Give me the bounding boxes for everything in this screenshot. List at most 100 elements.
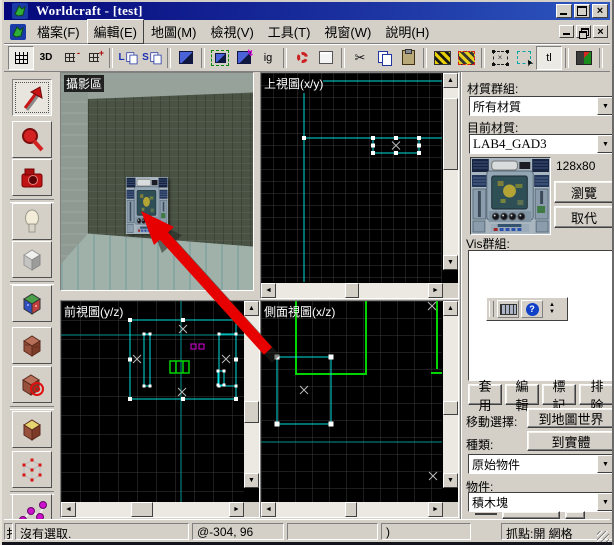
save-window-state-button[interactable]: S xyxy=(140,46,164,69)
cordon-edit-button[interactable] xyxy=(454,46,478,69)
chevron-down-icon[interactable]: ▼ xyxy=(597,135,612,153)
top-horizontal-scrollbar[interactable]: ◄ ► xyxy=(261,283,443,298)
grid-3d-button[interactable]: 3D xyxy=(34,46,58,69)
visgroup-mark-button[interactable]: 標記 xyxy=(542,379,576,413)
close-button[interactable]: × xyxy=(592,4,608,18)
hide-selected-button[interactable] xyxy=(290,46,314,69)
menu-item-tools[interactable]: 工具(T) xyxy=(261,19,318,44)
chevron-down-icon[interactable]: ▼ xyxy=(597,97,612,115)
visgroups-list[interactable]: ? ▲ ▼ xyxy=(468,250,612,381)
vertex-tool[interactable] xyxy=(12,451,52,488)
size-spinner[interactable]: ▲ ▼ xyxy=(549,302,555,315)
scroll-down-button[interactable]: ▼ xyxy=(244,473,259,488)
paste-button[interactable] xyxy=(396,46,420,69)
selection-bounds-button[interactable]: × xyxy=(488,46,512,69)
texture-group-combo[interactable]: 所有材質 ▼ xyxy=(469,96,612,116)
scroll-right-button[interactable]: ► xyxy=(229,502,244,517)
chevron-down-icon[interactable]: ▼ xyxy=(597,493,612,511)
scroll-up-button[interactable]: ▲ xyxy=(443,301,458,316)
load-window-state-button[interactable]: L xyxy=(116,46,140,69)
spinner-up-icon[interactable]: ▲ xyxy=(549,302,555,308)
menu-item-file[interactable]: 檔案(F) xyxy=(30,19,87,44)
category-combo[interactable]: 原始物件 ▼ xyxy=(468,454,612,474)
apply-texture-tool[interactable] xyxy=(12,327,52,364)
chevron-down-icon[interactable]: ▼ xyxy=(597,455,612,473)
cordon-button[interactable] xyxy=(430,46,454,69)
path-tool[interactable] xyxy=(12,494,52,519)
scroll-left-button[interactable]: ◄ xyxy=(261,283,276,298)
grid-smaller-button[interactable]: - xyxy=(58,46,82,69)
help-button[interactable]: ? xyxy=(521,300,543,318)
front-vertical-scrollbar[interactable]: ▲ ▼ xyxy=(244,301,259,488)
browse-button[interactable]: 瀏覽 xyxy=(554,181,612,203)
texture-application-tool[interactable] xyxy=(12,285,52,322)
minimize-button[interactable] xyxy=(556,4,572,18)
block-tool[interactable] xyxy=(12,241,52,278)
scroll-down-button[interactable]: ▼ xyxy=(443,255,458,270)
cut-button[interactable]: ✂ xyxy=(348,46,372,69)
mdi-restore-button[interactable] xyxy=(576,25,591,39)
side-viewport-canvas[interactable] xyxy=(261,301,442,502)
visgroup-apply-button[interactable]: 套用 xyxy=(468,379,502,413)
scroll-left-button[interactable]: ◄ xyxy=(61,502,76,517)
grid-toggle-button[interactable] xyxy=(8,45,34,70)
menu-item-view[interactable]: 檢視(V) xyxy=(203,19,260,44)
scroll-down-button[interactable]: ▼ xyxy=(443,473,458,488)
texture-lock-button[interactable]: tl xyxy=(536,45,562,70)
menu-item-edit[interactable]: 編輯(E) xyxy=(86,19,144,44)
copy-button[interactable] xyxy=(372,46,396,69)
object-combo[interactable]: 積木塊 ▼ xyxy=(468,492,612,512)
scroll-thumb[interactable] xyxy=(131,502,153,517)
side-horizontal-scrollbar[interactable]: ◄ ► xyxy=(261,502,443,517)
face-flip-button[interactable] xyxy=(572,46,596,69)
clipping-tool[interactable] xyxy=(12,411,52,448)
scroll-up-button[interactable]: ▲ xyxy=(443,73,458,88)
floating-mini-toolbar[interactable]: ? ▲ ▼ xyxy=(486,297,568,321)
scroll-right-button[interactable]: ► xyxy=(428,283,443,298)
current-texture-combo[interactable]: LAB4_GAD3 ▼ xyxy=(469,134,612,154)
visgroup-exclude-button[interactable]: 排除 xyxy=(579,379,612,413)
replace-button[interactable]: 取代 xyxy=(554,206,612,228)
scroll-thumb[interactable] xyxy=(345,502,357,517)
mdi-close-button[interactable]: × xyxy=(593,25,608,38)
ungroup-button[interactable]: ↯ xyxy=(232,46,256,69)
top-viewport-canvas[interactable] xyxy=(261,73,442,282)
magnify-tool[interactable] xyxy=(12,121,52,158)
grid-larger-button[interactable]: + xyxy=(82,46,106,69)
selection-tool[interactable] xyxy=(12,79,52,116)
scroll-left-button[interactable]: ◄ xyxy=(261,502,276,517)
keyboard-button[interactable] xyxy=(497,300,519,318)
menu-item-help[interactable]: 說明(H) xyxy=(378,19,436,44)
camera-tool[interactable] xyxy=(12,159,52,196)
to-world-button[interactable]: 到地圖世界 xyxy=(527,408,612,428)
scroll-thumb[interactable] xyxy=(443,401,458,415)
mdi-minimize-button[interactable] xyxy=(559,25,574,38)
title-bar[interactable]: Worldcraft - [test] × xyxy=(4,2,610,20)
visgroup-edit-button[interactable]: 編輯 xyxy=(505,379,539,413)
auto-select-button[interactable] xyxy=(512,46,536,69)
scroll-right-button[interactable]: ► xyxy=(428,502,443,517)
menu-item-map[interactable]: 地圖(M) xyxy=(144,19,204,44)
clipped-toolbar-button[interactable]: ʒ xyxy=(606,46,612,69)
front-horizontal-scrollbar[interactable]: ◄ ► xyxy=(61,502,244,517)
maximize-button[interactable] xyxy=(574,4,590,18)
menu-item-window[interactable]: 視窗(W) xyxy=(317,19,378,44)
clipped-button[interactable] xyxy=(565,511,585,519)
clipped-insert-button[interactable] xyxy=(502,511,560,519)
decals-tool[interactable] xyxy=(12,366,52,403)
top-vertical-scrollbar[interactable]: ▲ ▼ xyxy=(443,73,458,270)
spinner-down-icon[interactable]: ▼ xyxy=(549,309,555,315)
entity-tool[interactable] xyxy=(12,203,52,240)
side-vertical-scrollbar[interactable]: ▲ ▼ xyxy=(443,301,458,488)
to-entity-button[interactable]: 到實體 xyxy=(527,431,612,451)
carve-button[interactable] xyxy=(174,46,198,69)
show-all-button[interactable] xyxy=(314,46,338,69)
front-viewport-canvas[interactable] xyxy=(61,301,244,502)
camera-viewport[interactable]: 攝影區 xyxy=(60,72,254,291)
scroll-thumb[interactable] xyxy=(345,283,359,298)
group-button[interactable] xyxy=(208,46,232,69)
scroll-up-button[interactable]: ▲ xyxy=(244,301,259,316)
toolbar-grip[interactable] xyxy=(489,301,494,317)
ignore-groups-button[interactable]: ig xyxy=(256,46,280,69)
scroll-thumb[interactable] xyxy=(244,401,259,423)
